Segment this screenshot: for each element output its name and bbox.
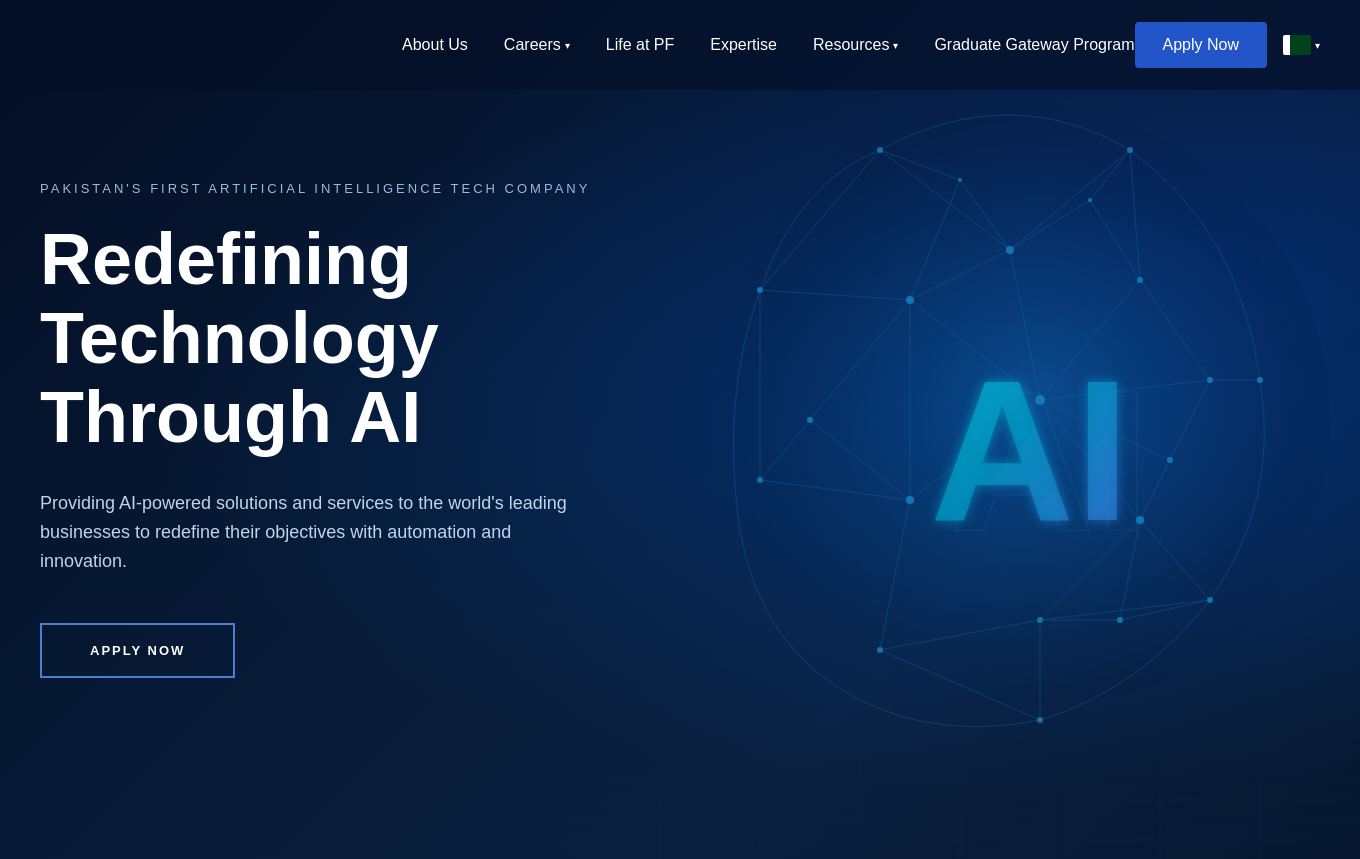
nav-item-resources[interactable]: Resources ▾: [813, 36, 898, 54]
flag-pakistan-icon: [1283, 35, 1311, 55]
hero-title: Redefining Technology Through AI: [40, 220, 690, 458]
svg-point-59: [1167, 457, 1173, 463]
nav-item-graduate[interactable]: Graduate Gateway Program: [934, 36, 1134, 54]
svg-point-42: [1127, 147, 1133, 153]
nav-link-about[interactable]: About Us: [402, 36, 468, 53]
svg-point-56: [1037, 717, 1043, 723]
svg-point-57: [958, 178, 962, 182]
svg-point-44: [1257, 377, 1263, 383]
hero-cta-button[interactable]: APPLY NOW: [40, 623, 235, 678]
nav-item-careers[interactable]: Careers ▾: [504, 36, 570, 54]
chevron-down-icon: ▾: [565, 40, 570, 51]
svg-point-41: [877, 147, 883, 153]
svg-point-47: [757, 287, 763, 293]
svg-point-50: [906, 496, 914, 504]
nav-link-expertise[interactable]: Expertise: [710, 36, 777, 53]
hero-title-line1: Redefining Technology: [40, 219, 439, 378]
svg-text:AI: AI: [930, 339, 1130, 562]
nav-link-life[interactable]: Life at PF: [606, 36, 674, 53]
hero-description: Providing AI-powered solutions and servi…: [40, 489, 600, 575]
nav-dropdown-careers[interactable]: Careers ▾: [504, 36, 570, 54]
svg-point-54: [1037, 617, 1043, 623]
hero-title-line2: Through AI: [40, 377, 421, 457]
hero-subtitle: PAKISTAN'S FIRST ARTIFICIAL INTELLIGENCE…: [40, 181, 690, 196]
svg-point-45: [1207, 377, 1213, 383]
navbar: About Us Careers ▾ Life at PF Expertise …: [0, 0, 1360, 90]
hero-section: PAKISTAN'S FIRST ARTIFICIAL INTELLIGENCE…: [40, 181, 690, 679]
svg-point-51: [1137, 277, 1143, 283]
chevron-down-icon-lang: ▾: [1315, 40, 1320, 51]
chevron-down-icon-resources: ▾: [893, 40, 898, 51]
svg-point-55: [877, 647, 883, 653]
nav-link-graduate[interactable]: Graduate Gateway Program: [934, 36, 1134, 53]
svg-point-61: [1117, 617, 1123, 623]
nav-dropdown-resources[interactable]: Resources ▾: [813, 36, 898, 54]
page-wrapper: AI AI: [0, 0, 1360, 859]
svg-point-60: [807, 417, 813, 423]
svg-point-48: [906, 296, 914, 304]
svg-point-53: [1207, 597, 1213, 603]
svg-point-58: [1088, 198, 1092, 202]
svg-point-49: [757, 477, 763, 483]
apply-now-button[interactable]: Apply Now: [1135, 22, 1267, 68]
nav-item-about[interactable]: About Us: [402, 36, 468, 54]
language-selector[interactable]: ▾: [1283, 35, 1320, 55]
nav-link-careers[interactable]: Careers: [504, 36, 561, 54]
nav-item-life[interactable]: Life at PF: [606, 36, 674, 54]
nav-links: About Us Careers ▾ Life at PF Expertise …: [402, 36, 1134, 54]
svg-point-43: [1006, 246, 1014, 254]
nav-link-resources[interactable]: Resources: [813, 36, 889, 54]
nav-item-expertise[interactable]: Expertise: [710, 36, 777, 54]
